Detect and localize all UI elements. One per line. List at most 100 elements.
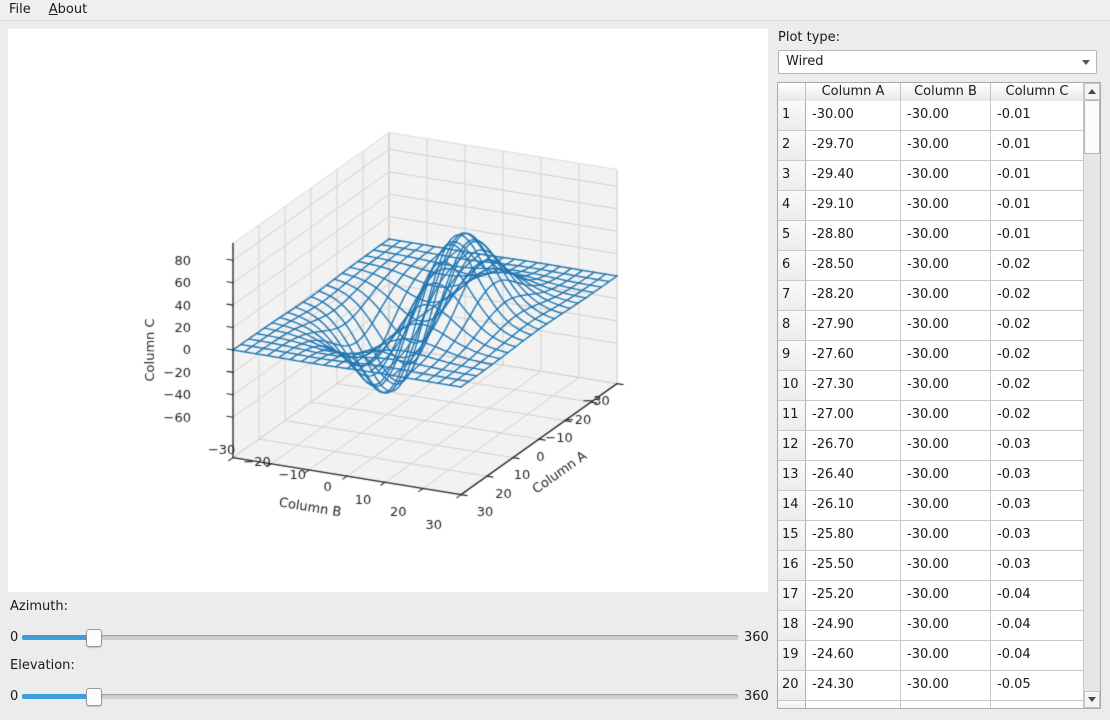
- table-cell[interactable]: -25.50: [806, 551, 901, 581]
- row-number-cell[interactable]: 17: [778, 581, 806, 611]
- table-cell[interactable]: -0.04: [991, 641, 1084, 671]
- table-row[interactable]: 15-25.80-30.00-0.03: [778, 521, 1084, 551]
- table-cell[interactable]: -30.00: [901, 131, 991, 161]
- elevation-slider[interactable]: [22, 694, 738, 699]
- table-cell[interactable]: -0.02: [991, 311, 1084, 341]
- table-cell[interactable]: -0.01: [991, 131, 1084, 161]
- table-cell[interactable]: -0.01: [991, 191, 1084, 221]
- table-row[interactable]: 4-29.10-30.00-0.01: [778, 191, 1084, 221]
- wireframe-3d-plot-canvas[interactable]: [8, 29, 768, 592]
- table-cell[interactable]: -25.80: [806, 521, 901, 551]
- table-row[interactable]: 5-28.80-30.00-0.01: [778, 221, 1084, 251]
- table-cell[interactable]: -29.10: [806, 191, 901, 221]
- table-row[interactable]: 11-27.00-30.00-0.02: [778, 401, 1084, 431]
- row-number-cell[interactable]: 2: [778, 131, 806, 161]
- row-number-cell[interactable]: 16: [778, 551, 806, 581]
- row-number-cell[interactable]: 15: [778, 521, 806, 551]
- table-row[interactable]: 13-26.40-30.00-0.03: [778, 461, 1084, 491]
- table-cell[interactable]: -0.01: [991, 161, 1084, 191]
- table-cell[interactable]: -30.00: [901, 611, 991, 641]
- table-row[interactable]: 19-24.60-30.00-0.04: [778, 641, 1084, 671]
- table-row[interactable]: 12-26.70-30.00-0.03: [778, 431, 1084, 461]
- row-number-cell[interactable]: 18: [778, 611, 806, 641]
- table-cell[interactable]: -0.04: [991, 581, 1084, 611]
- table-cell[interactable]: -30.00: [901, 281, 991, 311]
- table-cell[interactable]: -0.02: [991, 401, 1084, 431]
- row-number-cell[interactable]: 10: [778, 371, 806, 401]
- row-number-cell[interactable]: 9: [778, 341, 806, 371]
- row-number-cell[interactable]: 11: [778, 401, 806, 431]
- table-cell[interactable]: -30.00: [901, 431, 991, 461]
- table-cell[interactable]: -26.10: [806, 491, 901, 521]
- table-row[interactable]: 20-24.30-30.00-0.05: [778, 671, 1084, 701]
- table-row[interactable]: 1-30.00-30.00-0.01: [778, 101, 1084, 131]
- scrollbar-up-button[interactable]: [1084, 83, 1100, 100]
- table-cell[interactable]: -30.00: [901, 101, 991, 131]
- table-scrollbar[interactable]: [1083, 83, 1100, 708]
- row-number-cell[interactable]: 6: [778, 251, 806, 281]
- table-cell[interactable]: -0.02: [991, 251, 1084, 281]
- table-cell[interactable]: -30.00: [901, 461, 991, 491]
- table-cell[interactable]: -0.02: [991, 281, 1084, 311]
- table-cell[interactable]: -27.90: [806, 311, 901, 341]
- scrollbar-down-button[interactable]: [1084, 691, 1100, 708]
- table-cell[interactable]: -25.20: [806, 581, 901, 611]
- table-cell[interactable]: -0.02: [991, 341, 1084, 371]
- table-cell[interactable]: -30.00: [901, 251, 991, 281]
- table-row[interactable]: 9-27.60-30.00-0.02: [778, 341, 1084, 371]
- table-header-column-c[interactable]: Column C: [991, 83, 1084, 101]
- row-number-cell[interactable]: 14: [778, 491, 806, 521]
- table-cell[interactable]: -30.00: [901, 311, 991, 341]
- table-cell[interactable]: -30.00: [806, 101, 901, 131]
- table-row[interactable]: 3-29.40-30.00-0.01: [778, 161, 1084, 191]
- table-cell[interactable]: -30.00: [901, 371, 991, 401]
- table-cell[interactable]: -27.30: [806, 371, 901, 401]
- menu-about[interactable]: About: [40, 0, 96, 20]
- row-number-cell[interactable]: 20: [778, 671, 806, 701]
- table-cell[interactable]: -30.00: [901, 161, 991, 191]
- row-number-cell[interactable]: 5: [778, 221, 806, 251]
- table-row-partial[interactable]: [778, 701, 1084, 709]
- table-row[interactable]: 18-24.90-30.00-0.04: [778, 611, 1084, 641]
- row-number-cell[interactable]: 1: [778, 101, 806, 131]
- table-cell[interactable]: -0.03: [991, 491, 1084, 521]
- table-cell[interactable]: -30.00: [901, 191, 991, 221]
- table-cell[interactable]: -0.01: [991, 101, 1084, 131]
- table-cell[interactable]: -30.00: [901, 401, 991, 431]
- table-cell[interactable]: -30.00: [901, 671, 991, 701]
- row-number-cell[interactable]: 4: [778, 191, 806, 221]
- table-row[interactable]: 8-27.90-30.00-0.02: [778, 311, 1084, 341]
- table-row[interactable]: 16-25.50-30.00-0.03: [778, 551, 1084, 581]
- table-cell[interactable]: -30.00: [901, 221, 991, 251]
- scrollbar-thumb[interactable]: [1084, 100, 1100, 154]
- table-row[interactable]: 17-25.20-30.00-0.04: [778, 581, 1084, 611]
- table-cell[interactable]: -30.00: [901, 641, 991, 671]
- table-cell[interactable]: -26.40: [806, 461, 901, 491]
- table-cell[interactable]: -30.00: [901, 491, 991, 521]
- table-cell[interactable]: -0.03: [991, 521, 1084, 551]
- plot-type-combobox[interactable]: Wired: [778, 50, 1097, 74]
- table-cell[interactable]: -0.03: [991, 551, 1084, 581]
- table-row[interactable]: 2-29.70-30.00-0.01: [778, 131, 1084, 161]
- table-cell[interactable]: -0.02: [991, 371, 1084, 401]
- table-cell[interactable]: -26.70: [806, 431, 901, 461]
- row-number-cell[interactable]: 19: [778, 641, 806, 671]
- table-cell[interactable]: -30.00: [901, 581, 991, 611]
- table-row[interactable]: 7-28.20-30.00-0.02: [778, 281, 1084, 311]
- menu-file[interactable]: File: [0, 0, 40, 20]
- table-cell[interactable]: -0.04: [991, 611, 1084, 641]
- table-cell[interactable]: -0.03: [991, 431, 1084, 461]
- table-cell[interactable]: -30.00: [901, 521, 991, 551]
- row-number-cell[interactable]: 3: [778, 161, 806, 191]
- table-cell[interactable]: -0.03: [991, 461, 1084, 491]
- table-cell[interactable]: -24.60: [806, 641, 901, 671]
- table-cell[interactable]: -28.80: [806, 221, 901, 251]
- table-cell[interactable]: -27.00: [806, 401, 901, 431]
- table-header-column-a[interactable]: Column A: [806, 83, 901, 101]
- row-number-cell[interactable]: 13: [778, 461, 806, 491]
- azimuth-slider[interactable]: [22, 635, 738, 640]
- table-row[interactable]: 10-27.30-30.00-0.02: [778, 371, 1084, 401]
- row-number-cell[interactable]: 8: [778, 311, 806, 341]
- azimuth-slider-handle[interactable]: [86, 629, 102, 647]
- row-number-cell[interactable]: 7: [778, 281, 806, 311]
